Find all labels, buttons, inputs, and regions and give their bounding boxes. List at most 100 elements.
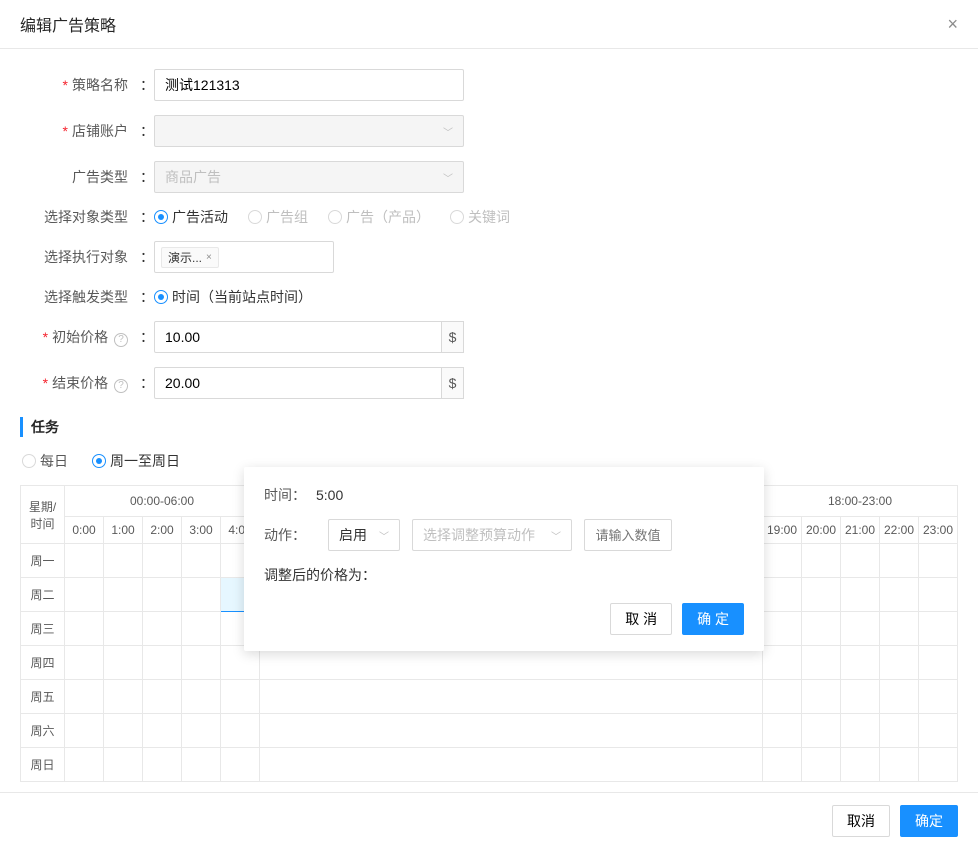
schedule-cell[interactable] <box>143 714 182 748</box>
schedule-cell[interactable] <box>918 578 957 612</box>
hour-head: 19:00 <box>762 517 801 544</box>
value-input[interactable] <box>584 519 672 551</box>
schedule-cell[interactable] <box>918 680 957 714</box>
end-price-input[interactable] <box>154 367 442 399</box>
schedule-cell[interactable] <box>182 714 221 748</box>
schedule-cell[interactable] <box>879 748 918 782</box>
schedule-cell[interactable] <box>918 612 957 646</box>
account-select[interactable]: ﹀ <box>154 115 464 147</box>
schedule-cell[interactable] <box>182 646 221 680</box>
schedule-cell[interactable] <box>762 544 801 578</box>
schedule-cell[interactable] <box>918 714 957 748</box>
schedule-cell[interactable] <box>65 748 104 782</box>
schedule-cell[interactable] <box>104 612 143 646</box>
schedule-cell[interactable] <box>801 646 840 680</box>
radio-keyword[interactable]: 关键词 <box>450 207 510 227</box>
schedule-cell[interactable] <box>143 748 182 782</box>
schedule-cell[interactable] <box>104 578 143 612</box>
radio-dot-icon <box>248 210 262 224</box>
schedule-cell[interactable] <box>182 748 221 782</box>
schedule-cell[interactable] <box>801 578 840 612</box>
schedule-cell[interactable] <box>65 544 104 578</box>
schedule-cell[interactable] <box>879 544 918 578</box>
radio-daily[interactable]: 每日 <box>22 451 68 471</box>
strategy-name-input[interactable] <box>154 69 464 101</box>
schedule-cell[interactable] <box>221 748 260 782</box>
popover-cancel-button[interactable]: 取 消 <box>610 603 672 635</box>
schedule-cell[interactable] <box>801 612 840 646</box>
radio-campaign[interactable]: 广告活动 <box>154 207 228 227</box>
schedule-cell[interactable] <box>801 544 840 578</box>
schedule-cell[interactable] <box>762 714 801 748</box>
schedule-cell[interactable] <box>840 748 879 782</box>
day-cell: 周三 <box>21 612 65 646</box>
tag-remove-icon[interactable]: × <box>206 252 212 263</box>
action-select[interactable]: 启用 ﹀ <box>328 519 400 551</box>
schedule-cell[interactable] <box>65 612 104 646</box>
schedule-cell[interactable] <box>840 544 879 578</box>
schedule-cell[interactable] <box>104 748 143 782</box>
schedule-cell[interactable] <box>879 578 918 612</box>
schedule-cell[interactable] <box>879 714 918 748</box>
schedule-cell[interactable] <box>840 680 879 714</box>
help-icon[interactable]: ? <box>114 379 128 393</box>
hour-head: 23:00 <box>918 517 957 544</box>
schedule-cell[interactable] <box>104 714 143 748</box>
schedule-cell[interactable] <box>879 680 918 714</box>
time-group-right: 18:00-23:00 <box>762 486 957 517</box>
schedule-cell[interactable] <box>840 646 879 680</box>
schedule-cell[interactable] <box>143 646 182 680</box>
schedule-cell[interactable] <box>879 612 918 646</box>
ok-button[interactable]: 确定 <box>900 805 958 837</box>
start-price-input[interactable] <box>154 321 442 353</box>
radio-dot-icon <box>450 210 464 224</box>
schedule-cell[interactable] <box>65 714 104 748</box>
schedule-cell[interactable] <box>143 578 182 612</box>
schedule-cell[interactable] <box>65 680 104 714</box>
popover-ok-button[interactable]: 确 定 <box>682 603 744 635</box>
schedule-cell[interactable] <box>918 544 957 578</box>
ad-type-select[interactable]: 商品广告 ﹀ <box>154 161 464 193</box>
radio-product[interactable]: 广告（产品） <box>328 207 430 227</box>
schedule-cell[interactable] <box>221 680 260 714</box>
radio-time[interactable]: 时间（当前站点时间） <box>154 287 312 307</box>
schedule-cell[interactable] <box>801 680 840 714</box>
help-icon[interactable]: ? <box>114 333 128 347</box>
schedule-cell[interactable] <box>65 646 104 680</box>
schedule-cell[interactable] <box>182 612 221 646</box>
schedule-cell[interactable] <box>143 612 182 646</box>
schedule-cell[interactable] <box>104 646 143 680</box>
schedule-cell[interactable] <box>182 578 221 612</box>
schedule-cell[interactable] <box>143 680 182 714</box>
schedule-cell[interactable] <box>104 680 143 714</box>
schedule-cell[interactable] <box>879 646 918 680</box>
schedule-cell[interactable] <box>143 544 182 578</box>
schedule-cell[interactable] <box>104 544 143 578</box>
schedule-cell[interactable] <box>182 680 221 714</box>
schedule-cell[interactable] <box>801 748 840 782</box>
schedule-cell[interactable] <box>65 578 104 612</box>
schedule-cell[interactable] <box>840 578 879 612</box>
budget-action-select[interactable]: 选择调整预算动作 ﹀ <box>412 519 572 551</box>
schedule-cell[interactable] <box>762 680 801 714</box>
radio-adgroup[interactable]: 广告组 <box>248 207 308 227</box>
schedule-cell[interactable] <box>762 748 801 782</box>
hour-head: 20:00 <box>801 517 840 544</box>
schedule-cell[interactable] <box>801 714 840 748</box>
schedule-cell[interactable] <box>918 748 957 782</box>
schedule-cell[interactable] <box>918 646 957 680</box>
schedule-cell[interactable] <box>182 544 221 578</box>
schedule-cell[interactable] <box>762 578 801 612</box>
schedule-cell[interactable] <box>840 612 879 646</box>
schedule-cell[interactable] <box>762 612 801 646</box>
corner-cell: 星期/ 时间 <box>21 486 65 544</box>
schedule-cell[interactable] <box>762 646 801 680</box>
radio-weekly[interactable]: 周一至周日 <box>92 451 180 471</box>
chevron-down-icon: ﹀ <box>379 528 389 543</box>
cancel-button[interactable]: 取消 <box>832 805 890 837</box>
close-icon[interactable]: × <box>947 14 958 35</box>
exec-target-input[interactable]: 演示... × <box>154 241 334 273</box>
schedule-cell[interactable] <box>840 714 879 748</box>
schedule-cell[interactable] <box>221 714 260 748</box>
task-section-title: 任务 <box>20 417 958 437</box>
